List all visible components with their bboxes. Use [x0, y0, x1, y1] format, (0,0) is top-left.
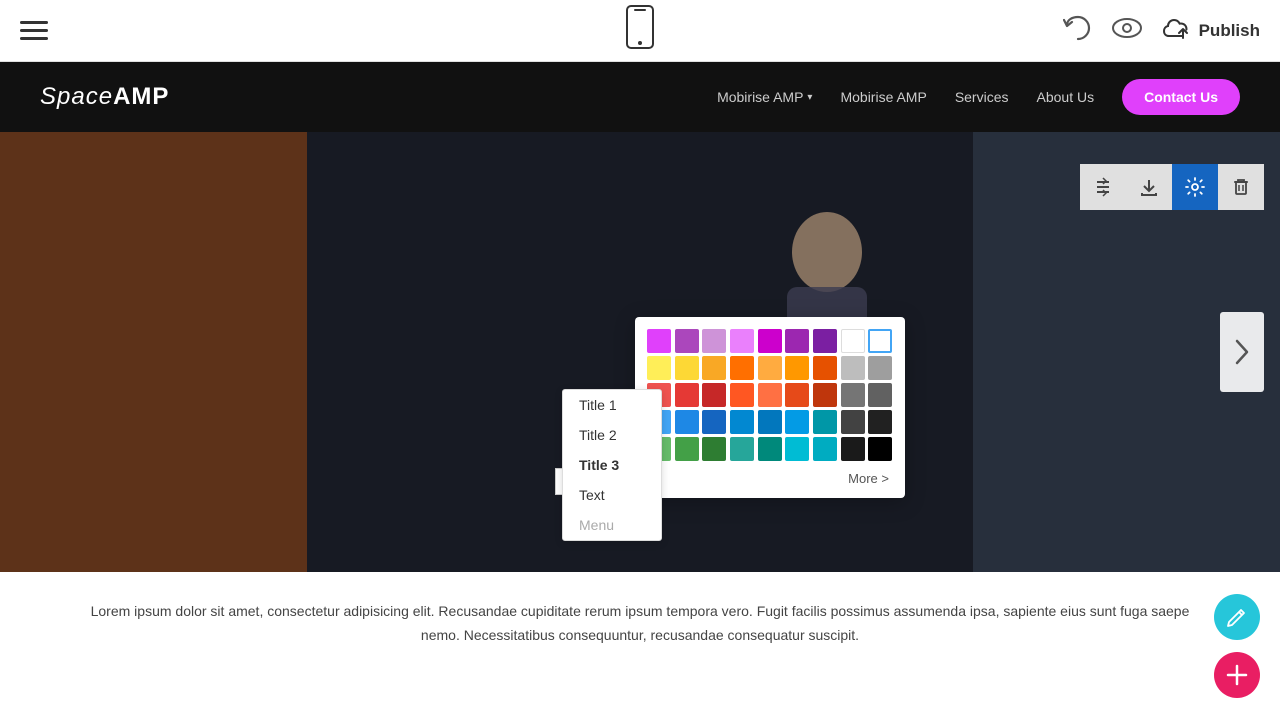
color-swatch[interactable] — [730, 356, 754, 380]
more-colors-link[interactable]: More > — [647, 471, 893, 486]
color-swatch[interactable] — [841, 356, 865, 380]
color-swatch[interactable] — [702, 437, 726, 461]
mobile-device-icon[interactable] — [625, 25, 655, 56]
toolbar-left — [20, 21, 48, 40]
color-swatch[interactable] — [785, 383, 809, 407]
color-swatch[interactable] — [702, 356, 726, 380]
cloud-upload-icon — [1161, 16, 1191, 46]
edit-fab-button[interactable] — [1214, 594, 1260, 640]
lorem-section: Lorem ipsum dolor sit amet, consectetur … — [0, 572, 1280, 668]
color-swatch[interactable] — [647, 356, 671, 380]
color-swatch[interactable] — [675, 329, 699, 353]
color-swatch[interactable] — [868, 356, 892, 380]
reorder-button[interactable] — [1080, 164, 1126, 210]
hamburger-icon[interactable] — [20, 21, 48, 40]
color-swatch[interactable] — [702, 329, 726, 353]
color-swatch[interactable] — [758, 356, 782, 380]
nav-link-mobirise-2[interactable]: Mobirise AMP — [840, 89, 926, 105]
section-toolbar — [1080, 164, 1264, 210]
color-swatch[interactable] — [813, 383, 837, 407]
color-swatch[interactable] — [813, 410, 837, 434]
contact-button[interactable]: Contact Us — [1122, 79, 1240, 115]
text-type-title1[interactable]: Title 1 — [563, 390, 661, 420]
color-swatch[interactable] — [730, 383, 754, 407]
color-swatch[interactable] — [758, 329, 782, 353]
text-type-title2[interactable]: Title 2 — [563, 420, 661, 450]
color-swatch[interactable] — [841, 329, 865, 353]
color-swatch[interactable] — [758, 410, 782, 434]
color-swatch[interactable] — [647, 329, 671, 353]
publish-button[interactable]: Publish — [1161, 16, 1260, 46]
nav-bar: SpaceAMP Mobirise AMP ▾ Mobirise AMP Ser… — [0, 62, 1280, 132]
color-swatch[interactable] — [868, 383, 892, 407]
color-picker-panel: More > — [635, 317, 905, 498]
color-swatch[interactable] — [702, 410, 726, 434]
nav-link-about-us[interactable]: About Us — [1037, 89, 1095, 105]
color-swatch[interactable] — [785, 410, 809, 434]
toolbar-right: Publish — [1063, 15, 1260, 47]
text-type-title3[interactable]: Title 3 — [563, 450, 661, 480]
logo: SpaceAMP — [40, 83, 169, 111]
nav-link-services[interactable]: Services — [955, 89, 1009, 105]
lorem-text: Lorem ipsum dolor sit amet, consectetur … — [90, 600, 1190, 648]
color-swatch[interactable] — [675, 437, 699, 461]
publish-label: Publish — [1199, 21, 1260, 41]
color-swatch-white[interactable] — [868, 329, 892, 353]
dropdown-arrow-icon: ▾ — [807, 92, 812, 103]
color-swatch[interactable] — [702, 383, 726, 407]
color-swatch[interactable] — [785, 356, 809, 380]
toolbar-center — [625, 4, 655, 57]
download-button[interactable] — [1126, 164, 1172, 210]
nav-links: Mobirise AMP ▾ Mobirise AMP Services Abo… — [717, 79, 1240, 115]
color-swatch[interactable] — [868, 410, 892, 434]
preview-icon[interactable] — [1111, 17, 1143, 45]
text-type-text[interactable]: Text — [563, 480, 661, 510]
next-slide-button[interactable] — [1220, 312, 1264, 392]
color-swatch[interactable] — [813, 356, 837, 380]
color-swatch[interactable] — [730, 437, 754, 461]
color-swatch[interactable] — [841, 383, 865, 407]
color-swatch[interactable] — [758, 383, 782, 407]
color-swatch[interactable] — [841, 437, 865, 461]
color-swatch-black[interactable] — [868, 437, 892, 461]
delete-button[interactable] — [1218, 164, 1264, 210]
color-swatch[interactable] — [841, 410, 865, 434]
color-swatch[interactable] — [675, 356, 699, 380]
add-fab-button[interactable] — [1214, 652, 1260, 698]
top-toolbar: Publish — [0, 0, 1280, 62]
color-swatch[interactable] — [730, 329, 754, 353]
color-swatch[interactable] — [758, 437, 782, 461]
nav-link-mobirise-1[interactable]: Mobirise AMP ▾ — [717, 89, 812, 105]
text-type-panel: Title 1 Title 2 Title 3 Text Menu — [562, 389, 662, 541]
color-swatch[interactable] — [785, 329, 809, 353]
text-type-menu[interactable]: Menu — [563, 510, 661, 540]
undo-icon[interactable] — [1063, 15, 1093, 47]
color-swatch[interactable] — [675, 383, 699, 407]
color-swatch[interactable] — [813, 437, 837, 461]
color-grid — [647, 329, 893, 461]
settings-button[interactable] — [1172, 164, 1218, 210]
logo-italic: Space — [40, 83, 113, 110]
color-swatch[interactable] — [675, 410, 699, 434]
color-swatch[interactable] — [813, 329, 837, 353]
color-swatch[interactable] — [730, 410, 754, 434]
color-swatch[interactable] — [785, 437, 809, 461]
logo-bold: AMP — [113, 83, 169, 110]
